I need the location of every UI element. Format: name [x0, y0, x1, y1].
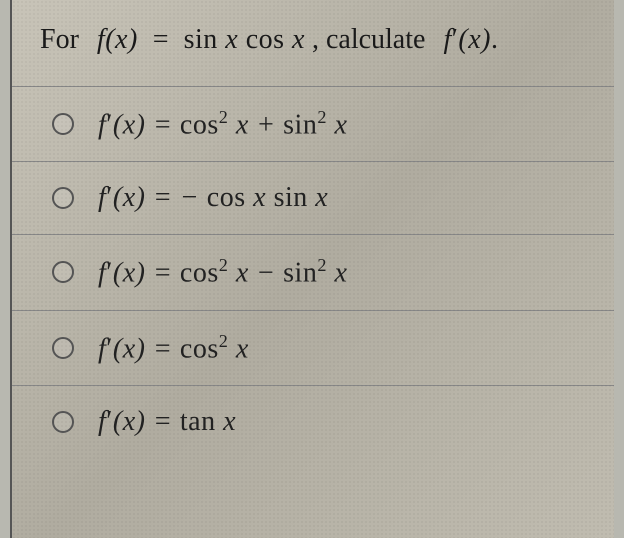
- option-row[interactable]: f′(x) = cos2 x: [12, 311, 614, 386]
- option-label: f′(x) = cos2 x − sin2 x: [98, 255, 347, 289]
- question-target: f′(x): [443, 24, 491, 55]
- option-row[interactable]: f′(x) = − cos x sin x: [12, 162, 614, 235]
- radio-icon[interactable]: [52, 411, 74, 433]
- quiz-panel: For f(x) = sin x cos x , calculate f′(x)…: [10, 0, 614, 538]
- question-func-lhs: f(x): [97, 24, 138, 55]
- option-row[interactable]: f′(x) = cos2 x − sin2 x: [12, 235, 614, 310]
- option-label: f′(x) = tan x: [98, 406, 236, 438]
- radio-icon[interactable]: [52, 261, 74, 283]
- question-func-rhs: sin x cos x: [184, 24, 305, 55]
- question-suffix: , calculate: [312, 24, 425, 55]
- option-label: f′(x) = cos2 x + sin2 x: [98, 107, 347, 141]
- option-row[interactable]: f′(x) = tan x: [12, 386, 614, 458]
- options-list: f′(x) = cos2 x + sin2 x f′(x) = − cos x …: [12, 87, 614, 458]
- question-end: .: [491, 24, 498, 55]
- eq-sign: =: [153, 24, 169, 55]
- question-text: For f(x) = sin x cos x , calculate f′(x)…: [12, 0, 614, 87]
- option-label: f′(x) = − cos x sin x: [98, 182, 328, 214]
- option-row[interactable]: f′(x) = cos2 x + sin2 x: [12, 87, 614, 162]
- radio-icon[interactable]: [52, 337, 74, 359]
- option-label: f′(x) = cos2 x: [98, 331, 249, 365]
- question-prefix: For: [40, 24, 79, 55]
- radio-icon[interactable]: [52, 113, 74, 135]
- radio-icon[interactable]: [52, 187, 74, 209]
